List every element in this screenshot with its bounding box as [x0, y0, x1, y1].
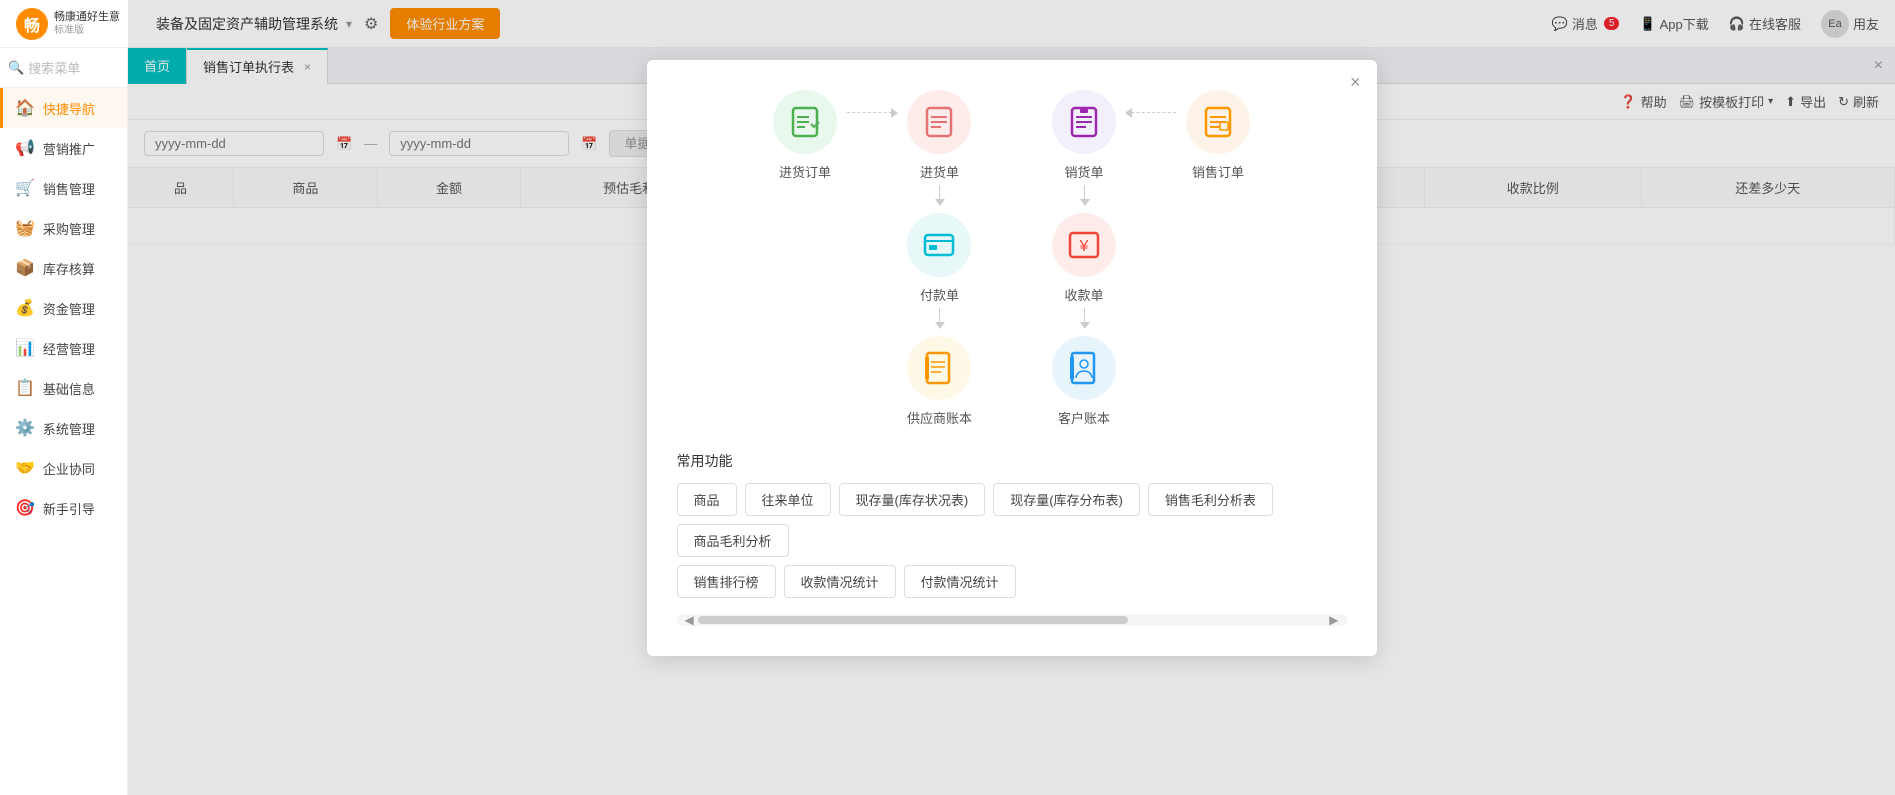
- logo-icon: 畅: [16, 8, 48, 40]
- quick-nav-modal: × 进货订单: [647, 60, 1377, 656]
- flow-col-purchase-order: 进货订单: [763, 90, 847, 195]
- sales-order-icon: [1186, 90, 1250, 154]
- guide-icon: 🎯: [15, 498, 35, 518]
- search-icon: 🔍: [8, 60, 24, 76]
- scrollbar-thumb[interactable]: [698, 616, 1128, 624]
- scroll-right-icon[interactable]: ▶: [1325, 613, 1342, 627]
- flow-node-receipt-bill[interactable]: ¥ 收款单: [1052, 213, 1116, 304]
- func-btn-sales-ranking[interactable]: 销售排行榜: [677, 565, 776, 598]
- common-functions-title: 常用功能: [677, 451, 1347, 471]
- marketing-icon: 📢: [15, 138, 35, 158]
- func-btn-counterpart[interactable]: 往来单位: [745, 483, 831, 516]
- arrow-purchase-order-to-bill: [847, 112, 897, 113]
- modal-close-button[interactable]: ×: [1350, 72, 1361, 93]
- flow-node-supplier-ledger[interactable]: 供应商账本: [907, 336, 972, 427]
- flow-col-3: 销货单 ¥ 收款单: [1042, 90, 1126, 427]
- flow-node-purchase-bill[interactable]: 进货单: [907, 90, 971, 181]
- purchase-bill-icon: [907, 90, 971, 154]
- func-btn-payment-stats[interactable]: 付款情况统计: [904, 565, 1016, 598]
- func-buttons-row2: 销售排行榜 收款情况统计 付款情况统计: [677, 565, 1347, 598]
- sidebar-item-system[interactable]: ⚙️ 系统管理: [0, 408, 127, 448]
- flow-node-payment-bill[interactable]: 付款单: [907, 213, 971, 304]
- sidebar-item-basic-info[interactable]: 📋 基础信息: [0, 368, 127, 408]
- receipt-bill-icon: ¥: [1052, 213, 1116, 277]
- sidebar-item-inventory[interactable]: 📦 库存核算: [0, 248, 127, 288]
- sidebar-item-purchase[interactable]: 🧺 采购管理: [0, 208, 127, 248]
- supplier-ledger-icon: [907, 336, 971, 400]
- customer-ledger-icon: [1052, 336, 1116, 400]
- arrow-v-1: [939, 185, 940, 205]
- modal-overlay: × 进货订单: [128, 0, 1895, 795]
- sidebar-item-quick-nav[interactable]: 🏠 快捷导航: [0, 88, 127, 128]
- finance-icon: 💰: [15, 298, 35, 318]
- arrow-sales-order-to-bill: [1126, 112, 1176, 113]
- logo-text: 畅康通好生意 标准版: [54, 10, 120, 37]
- flow-node-sales-order[interactable]: 销售订单: [1186, 90, 1250, 181]
- sidebar-item-finance[interactable]: 💰 资金管理: [0, 288, 127, 328]
- modal-scrollbar[interactable]: ◀ ▶: [677, 614, 1347, 626]
- operations-icon: 📊: [15, 338, 35, 358]
- arrow-v-2: [939, 308, 940, 328]
- flow-node-customer-ledger[interactable]: 客户账本: [1052, 336, 1116, 427]
- func-btn-sales-profit[interactable]: 销售毛利分析表: [1148, 483, 1273, 516]
- sidebar-item-guide[interactable]: 🎯 新手引导: [0, 488, 127, 528]
- inventory-icon: 📦: [15, 258, 35, 278]
- arrow-v-3: [1084, 185, 1085, 205]
- sidebar: 🔍 搜索菜单 🏠 快捷导航 📢 营销推广 🛒 销售管理 🧺 采购管理: [0, 48, 128, 795]
- scroll-left-icon[interactable]: ◀: [681, 613, 698, 627]
- sidebar-item-sales[interactable]: 🛒 销售管理: [0, 168, 127, 208]
- func-btn-receipt-stats[interactable]: 收款情况统计: [784, 565, 896, 598]
- sales-icon: 🛒: [15, 178, 35, 198]
- flow-node-purchase-order[interactable]: 进货订单: [773, 90, 837, 181]
- basic-info-icon: 📋: [15, 378, 35, 398]
- func-btn-goods-profit[interactable]: 商品毛利分析: [677, 524, 789, 557]
- func-btn-inventory-status[interactable]: 现存量(库存状况表): [839, 483, 986, 516]
- func-btn-goods[interactable]: 商品: [677, 483, 737, 516]
- flow-node-sales-bill[interactable]: 销货单: [1052, 90, 1116, 181]
- common-functions: 常用功能 商品 往来单位 现存量(库存状况表) 现存量(库存分布表) 销售毛利分…: [677, 451, 1347, 598]
- purchase-order-icon: [773, 90, 837, 154]
- enterprise-icon: 🤝: [15, 458, 35, 478]
- arrow-v-4: [1084, 308, 1085, 328]
- payment-bill-icon: [907, 213, 971, 277]
- logo-area: 畅 畅康通好生意 标准版: [16, 8, 144, 40]
- flow-col-sales-order: 销售订单: [1176, 90, 1260, 181]
- sidebar-item-enterprise[interactable]: 🤝 企业协同: [0, 448, 127, 488]
- sidebar-item-operations[interactable]: 📊 经营管理: [0, 328, 127, 368]
- flow-chart: 进货订单 进货单: [677, 90, 1347, 427]
- flow-col-2: 进货单 付款单: [897, 90, 982, 427]
- home-icon: 🏠: [15, 98, 35, 118]
- purchase-icon: 🧺: [15, 218, 35, 238]
- func-btn-inventory-dist[interactable]: 现存量(库存分布表): [993, 483, 1140, 516]
- sidebar-item-marketing[interactable]: 📢 营销推广: [0, 128, 127, 168]
- svg-text:¥: ¥: [1079, 238, 1089, 255]
- func-buttons-row1: 商品 往来单位 现存量(库存状况表) 现存量(库存分布表) 销售毛利分析表 商品…: [677, 483, 1347, 557]
- sales-bill-icon: [1052, 90, 1116, 154]
- sidebar-search[interactable]: 🔍 搜索菜单: [0, 48, 127, 88]
- system-icon: ⚙️: [15, 418, 35, 438]
